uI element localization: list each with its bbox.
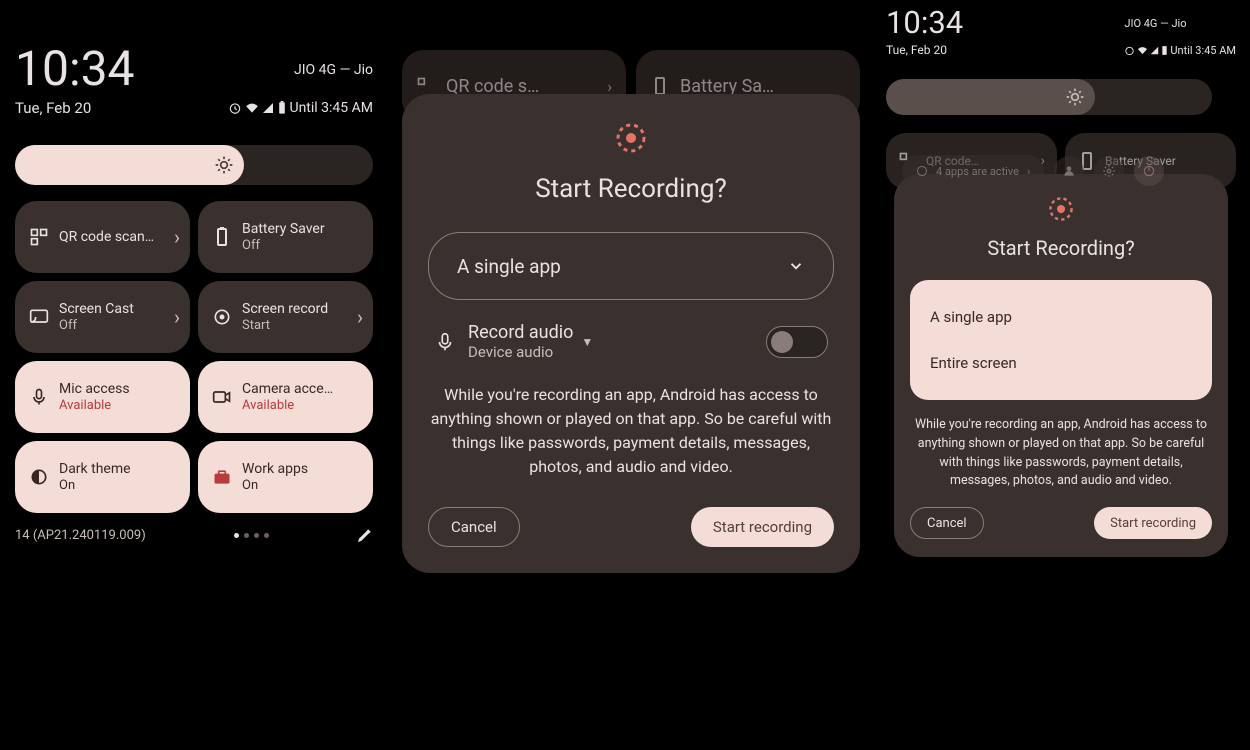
date-label: Tue, Feb 20 bbox=[15, 99, 91, 117]
settings-button[interactable] bbox=[1094, 156, 1124, 186]
quick-settings-panel-small: 10:34 Tue, Feb 20 JIO 4G — Jio Until 3:4… bbox=[886, 0, 1236, 189]
footer-bar: 4 apps are active › bbox=[902, 155, 1230, 187]
tile-camera-access[interactable]: Camera accessAvailable bbox=[198, 361, 373, 433]
carrier-label: JIO 4G — Jio bbox=[1124, 17, 1236, 30]
tile-label: Screen Cast bbox=[59, 301, 134, 317]
brightness-icon bbox=[1065, 87, 1085, 107]
selected-option: A single app bbox=[457, 255, 561, 278]
qr-icon bbox=[29, 227, 49, 247]
privacy-warning: While you're recording an app, Android h… bbox=[428, 383, 834, 479]
tile-status: On bbox=[242, 478, 308, 493]
tile-work-apps[interactable]: Work appsOn bbox=[198, 441, 373, 513]
alarm-icon bbox=[228, 101, 242, 115]
chevron-right-icon: › bbox=[1027, 165, 1030, 178]
mic-icon bbox=[434, 331, 456, 353]
recording-mode-popup: A single app Entire screen bbox=[910, 280, 1212, 400]
gear-icon bbox=[1102, 164, 1116, 178]
dialog-title: Start Recording? bbox=[428, 174, 834, 204]
battery-icon bbox=[650, 76, 670, 96]
tile-status: Available bbox=[59, 398, 130, 413]
privacy-warning: While you're recording an app, Android h… bbox=[910, 416, 1212, 491]
signal-icon bbox=[1150, 46, 1159, 55]
wifi-icon bbox=[1137, 45, 1148, 56]
tile-label: Screen record bbox=[242, 301, 328, 317]
page-indicator bbox=[234, 533, 269, 538]
tile-status: Start bbox=[242, 318, 328, 333]
battery-saver-icon bbox=[212, 227, 232, 247]
tile-label: Work apps bbox=[242, 461, 308, 477]
alarm-time: Until 3:45 AM bbox=[290, 100, 374, 116]
audio-toggle[interactable] bbox=[766, 326, 828, 358]
info-icon bbox=[916, 165, 928, 177]
tile-screen-record[interactable]: Screen recordStart › bbox=[198, 281, 373, 353]
option-single-app[interactable]: A single app bbox=[930, 294, 1192, 340]
option-entire-screen[interactable]: Entire screen bbox=[930, 340, 1192, 386]
tile-status: Off bbox=[242, 238, 325, 253]
carrier-label: JIO 4G — Jio bbox=[294, 62, 373, 78]
cast-icon bbox=[29, 307, 49, 327]
camera-icon bbox=[212, 387, 232, 407]
tile-label: Mic access bbox=[59, 381, 130, 397]
brightness-icon bbox=[214, 155, 234, 175]
start-recording-button[interactable]: Start recording bbox=[1094, 507, 1212, 539]
start-recording-button[interactable]: Start recording bbox=[691, 507, 834, 547]
qr-icon bbox=[416, 76, 436, 96]
tile-status: Off bbox=[59, 318, 134, 333]
signal-icon bbox=[262, 102, 274, 114]
record-target-icon bbox=[615, 122, 647, 154]
chevron-right-icon: › bbox=[357, 305, 363, 329]
record-icon bbox=[212, 307, 232, 327]
tile-screen-cast[interactable]: Screen CastOff › bbox=[15, 281, 190, 353]
alarm-icon bbox=[1124, 45, 1135, 56]
record-target-icon bbox=[1048, 196, 1074, 222]
cancel-button[interactable]: Cancel bbox=[428, 507, 520, 547]
wifi-icon bbox=[245, 101, 259, 115]
brightness-slider[interactable] bbox=[15, 145, 373, 185]
tile-status: Available bbox=[242, 398, 338, 413]
date-label: Tue, Feb 20 bbox=[886, 43, 963, 57]
tile-battery-saver[interactable]: Battery SaverOff bbox=[198, 201, 373, 273]
battery-icon bbox=[277, 101, 287, 115]
tile-status: On bbox=[59, 478, 131, 493]
tile-mic-access[interactable]: Mic accessAvailable bbox=[15, 361, 190, 433]
user-icon bbox=[1062, 164, 1076, 178]
build-number: 14 (AP21.240119.009) bbox=[15, 528, 146, 543]
mic-icon bbox=[29, 387, 49, 407]
dialog-title: Start Recording? bbox=[910, 236, 1212, 260]
power-icon bbox=[1142, 164, 1156, 178]
chevron-right-icon: › bbox=[174, 305, 180, 329]
dark-mode-icon bbox=[29, 467, 49, 487]
tile-label: Camera access bbox=[242, 381, 338, 397]
alarm-time: Until 3:45 AM bbox=[1170, 44, 1236, 57]
briefcase-icon bbox=[212, 467, 232, 487]
tile-label: QR code scanner bbox=[59, 229, 155, 245]
audio-title: Record audio bbox=[468, 322, 573, 343]
tile-qr-scanner[interactable]: QR code scanner › bbox=[15, 201, 190, 273]
clock-time: 10:34 bbox=[886, 4, 963, 41]
battery-icon bbox=[1161, 45, 1168, 56]
active-apps-pill[interactable]: 4 apps are active › bbox=[902, 155, 1044, 187]
tile-dark-theme[interactable]: Dark themeOn bbox=[15, 441, 190, 513]
start-recording-dialog: Start Recording? A single app Entire scr… bbox=[894, 174, 1228, 557]
edit-icon[interactable] bbox=[357, 527, 373, 543]
chevron-down-icon bbox=[787, 257, 805, 275]
tile-label: Battery Saver bbox=[242, 221, 325, 237]
dropdown-icon[interactable]: ▼ bbox=[581, 335, 593, 349]
tile-label: Dark theme bbox=[59, 461, 131, 477]
recording-mode-selector[interactable]: A single app bbox=[428, 232, 834, 300]
audio-source: Device audio bbox=[468, 343, 573, 361]
power-button[interactable] bbox=[1134, 156, 1164, 186]
status-icons: Until 3:45 AM bbox=[228, 100, 374, 116]
cancel-button[interactable]: Cancel bbox=[910, 507, 984, 539]
user-button[interactable] bbox=[1054, 156, 1084, 186]
start-recording-dialog: Start Recording? A single app Record aud… bbox=[402, 94, 860, 573]
quick-settings-panel: JIO 4G — Jio 10:34 Tue, Feb 20 Until 3:4… bbox=[15, 40, 373, 543]
chevron-right-icon: › bbox=[174, 225, 180, 249]
brightness-slider[interactable] bbox=[886, 79, 1236, 115]
